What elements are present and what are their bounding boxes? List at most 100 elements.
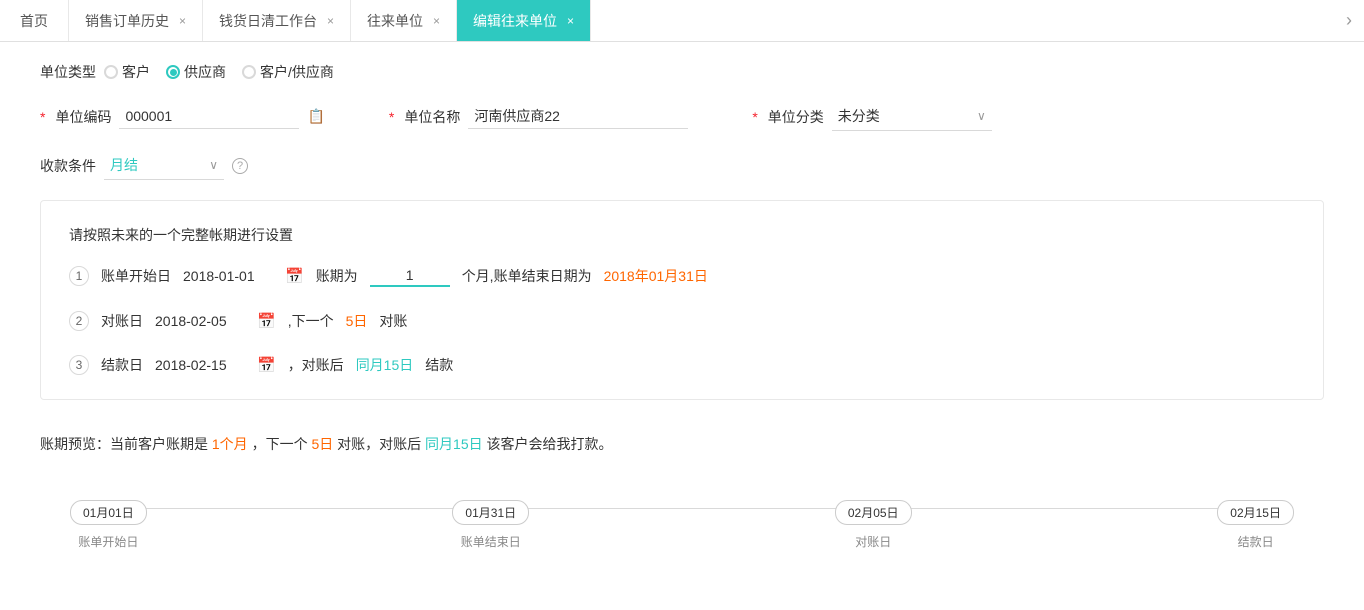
- preview-mid2: 对账，对账后: [337, 436, 421, 452]
- timeline-container: 01月01日 账单开始日 01月31日 账单结束日 02月05日 对账日 02月…: [40, 482, 1324, 590]
- preview-payment: 同月15日: [425, 436, 483, 452]
- row1-suffix-before: 账期为: [316, 266, 358, 286]
- timeline-point-2: 01月31日 账单结束日: [452, 500, 529, 550]
- timeline-points: 01月01日 账单开始日 01月31日 账单结束日 02月05日 对账日 02月…: [70, 492, 1294, 550]
- unit-name-label: 单位名称: [404, 107, 460, 127]
- tab-home[interactable]: 首页: [0, 0, 69, 41]
- row3-suffix: 结款: [425, 355, 453, 375]
- period-input[interactable]: [370, 265, 450, 287]
- unit-name-required: *: [389, 109, 394, 125]
- radio-supplier-label: 供应商: [184, 62, 226, 82]
- payment-chevron-icon: ∨: [209, 158, 218, 172]
- unit-name-group: * 单位名称: [389, 104, 688, 129]
- row-num-2: 2: [69, 311, 89, 331]
- row3-prefix: ，对账后: [288, 355, 344, 375]
- tab-home-label: 首页: [20, 11, 48, 31]
- preview-label: 账期预览：当前客户账期是 1个月 ，下一个 5日 对账，对账后 同月15日 该客…: [40, 434, 1324, 454]
- calendar-icon-1[interactable]: 📅: [285, 267, 304, 285]
- unit-type-label: 单位类型: [40, 62, 96, 82]
- tab-daily-workbench[interactable]: 钱货日清工作台 ×: [203, 0, 351, 41]
- unit-code-label: 单位编码: [55, 107, 111, 127]
- tab-sales-history-close[interactable]: ×: [179, 14, 186, 28]
- setting-row-1: 1 账单开始日 2018-01-01 📅 账期为 个月,账单结束日期为 2018…: [69, 265, 1295, 287]
- preview-period: 1个月: [212, 436, 248, 452]
- tab-daily-workbench-close[interactable]: ×: [327, 14, 334, 28]
- timeline-point-3: 02月05日 对账日: [835, 500, 912, 550]
- tabs-bar: 首页 销售订单历史 × 钱货日清工作台 × 往来单位 × 编辑往来单位 × ›: [0, 0, 1364, 42]
- unit-name-input[interactable]: [468, 104, 688, 129]
- row1-highlight: 2018年01月31日: [604, 266, 708, 286]
- setting-row-3: 3 结款日 2018-02-15 📅 ，对账后 同月15日 结款: [69, 355, 1295, 375]
- timeline-label-3: 对账日: [855, 533, 891, 550]
- payment-condition-select[interactable]: 月结 ∨: [104, 151, 224, 180]
- tab-sales-history-label: 销售订单历史: [85, 11, 169, 31]
- radio-supplier[interactable]: 供应商: [166, 62, 226, 82]
- unit-code-required: *: [40, 109, 45, 125]
- tab-more-button[interactable]: ›: [1334, 0, 1364, 41]
- tab-partner-close[interactable]: ×: [433, 14, 440, 28]
- copy-icon[interactable]: 📋: [307, 108, 324, 125]
- payment-condition-row: 收款条件 月结 ∨ ?: [40, 151, 1324, 180]
- timeline-point-4: 02月15日 结款日: [1217, 500, 1294, 550]
- row2-suffix: 对账: [379, 311, 407, 331]
- unit-category-group: * 单位分类 未分类 ∨: [752, 102, 991, 131]
- help-icon[interactable]: ?: [232, 158, 248, 174]
- tab-edit-partner[interactable]: 编辑往来单位 ×: [457, 0, 591, 41]
- settings-section: 请按照未来的一个完整帐期进行设置 1 账单开始日 2018-01-01 📅 账期…: [40, 200, 1324, 400]
- calendar-icon-3[interactable]: 📅: [257, 356, 276, 374]
- tab-daily-workbench-label: 钱货日清工作台: [219, 11, 317, 31]
- timeline-point-1: 01月01日 账单开始日: [70, 500, 147, 550]
- timeline-label-4: 结款日: [1238, 533, 1274, 550]
- preview-suffix: 该客户会给我打款。: [487, 436, 613, 452]
- unit-type-group: 单位类型 客户 供应商 客户/供应商: [40, 62, 334, 82]
- row2-prefix: ,下一个: [288, 311, 334, 331]
- unit-category-value: 未分类: [838, 106, 880, 126]
- radio-customer[interactable]: 客户: [104, 62, 150, 82]
- tab-edit-partner-label: 编辑往来单位: [473, 11, 557, 31]
- payment-condition-label: 收款条件: [40, 156, 96, 176]
- row3-highlight: 同月15日: [356, 355, 414, 375]
- radio-both-circle: [242, 65, 256, 79]
- unit-category-select[interactable]: 未分类 ∨: [832, 102, 992, 131]
- timeline-date-4: 02月15日: [1217, 500, 1294, 525]
- radio-both-label: 客户/供应商: [260, 62, 334, 82]
- main-content: 单位类型 客户 供应商 客户/供应商 * 单位编码: [0, 42, 1364, 610]
- timeline-label-1: 账单开始日: [78, 533, 138, 550]
- calendar-icon-2[interactable]: 📅: [257, 312, 276, 330]
- radio-supplier-circle: [166, 65, 180, 79]
- unit-fields-row: * 单位编码 📋 * 单位名称 * 单位分类 未分类 ∨: [40, 102, 1324, 131]
- unit-code-group: * 单位编码 📋: [40, 104, 325, 129]
- tab-sales-history[interactable]: 销售订单历史 ×: [69, 0, 203, 41]
- tab-partner[interactable]: 往来单位 ×: [351, 0, 457, 41]
- preview-prefix: 账期预览：当前客户账期是: [40, 436, 208, 452]
- date-value-1: 2018-01-01: [183, 268, 273, 284]
- date-value-2: 2018-02-05: [155, 313, 245, 329]
- payment-condition-value: 月结: [110, 155, 138, 175]
- row2-highlight: 5日: [346, 311, 368, 331]
- tab-partner-label: 往来单位: [367, 11, 423, 31]
- unit-category-label: 单位分类: [768, 107, 824, 127]
- row1-suffix-after: 个月,账单结束日期为: [462, 266, 592, 286]
- row-label-3: 结款日: [101, 355, 143, 375]
- unit-code-input[interactable]: [119, 104, 299, 129]
- date-value-3: 2018-02-15: [155, 357, 245, 373]
- radio-customer-circle: [104, 65, 118, 79]
- row-num-1: 1: [69, 266, 89, 286]
- unit-type-radios: 客户 供应商 客户/供应商: [104, 62, 334, 82]
- timeline-date-2: 01月31日: [452, 500, 529, 525]
- section-title: 请按照未来的一个完整帐期进行设置: [69, 225, 1295, 245]
- radio-customer-label: 客户: [122, 62, 150, 82]
- row-label-2: 对账日: [101, 311, 143, 331]
- unit-type-row: 单位类型 客户 供应商 客户/供应商: [40, 62, 1324, 82]
- timeline-date-1: 01月01日: [70, 500, 147, 525]
- chevron-down-icon: ∨: [977, 109, 986, 123]
- setting-row-2: 2 对账日 2018-02-05 📅 ,下一个 5日 对账: [69, 311, 1295, 331]
- row-num-3: 3: [69, 355, 89, 375]
- radio-both[interactable]: 客户/供应商: [242, 62, 334, 82]
- timeline-date-3: 02月05日: [835, 500, 912, 525]
- tab-edit-partner-close[interactable]: ×: [567, 14, 574, 28]
- preview-section: 账期预览：当前客户账期是 1个月 ，下一个 5日 对账，对账后 同月15日 该客…: [40, 420, 1324, 590]
- row-label-1: 账单开始日: [101, 266, 171, 286]
- payment-condition-group: 收款条件 月结 ∨ ?: [40, 151, 248, 180]
- timeline-label-2: 账单结束日: [461, 533, 521, 550]
